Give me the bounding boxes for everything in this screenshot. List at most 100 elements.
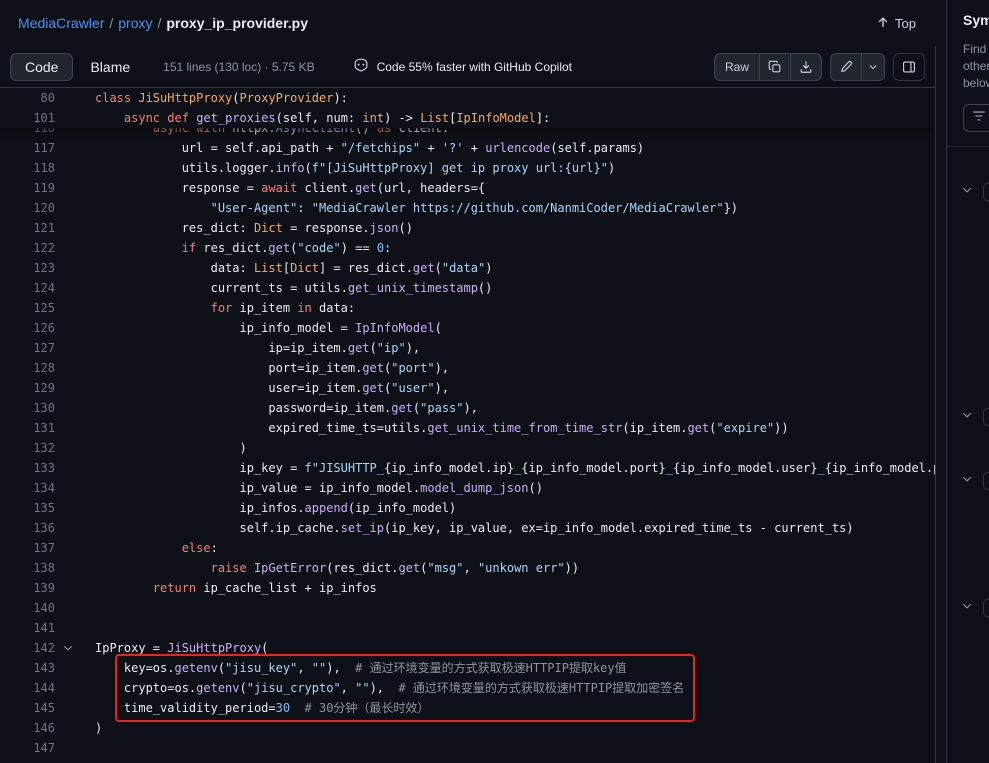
code-line-143: 143 key=os.getenv("jisu_key", ""), # 通过环… <box>0 658 935 678</box>
chevron-down-icon[interactable] <box>961 599 973 617</box>
line-number[interactable]: 126 <box>0 318 55 338</box>
line-number[interactable]: 129 <box>0 378 55 398</box>
line-number[interactable]: 132 <box>0 438 55 458</box>
symbols-panel-description: Find definitions and references for func… <box>963 41 989 92</box>
line-number[interactable]: 121 <box>0 218 55 238</box>
main-column: MediaCrawler / proxy / proxy_ip_provider… <box>0 0 946 763</box>
code-line-124: 124 current_ts = utils.get_unix_timestam… <box>0 278 935 298</box>
code-text: return ip_cache_list + ip_infos <box>81 578 377 598</box>
fold-gutter <box>55 558 81 578</box>
code-container: Code Blame 151 lines (130 loc) · 5.75 KB… <box>0 46 936 763</box>
line-number[interactable]: 147 <box>0 738 55 758</box>
line-number[interactable]: 124 <box>0 278 55 298</box>
breadcrumb-repo-link[interactable]: MediaCrawler <box>18 15 104 31</box>
line-number[interactable]: 138 <box>0 558 55 578</box>
tab-blame[interactable]: Blame <box>75 53 145 81</box>
line-number[interactable]: 123 <box>0 258 55 278</box>
line-number[interactable]: 144 <box>0 678 55 698</box>
code-text: res_dict: Dict = response.json() <box>81 218 413 238</box>
chevron-down-icon <box>868 62 878 72</box>
code-text: password=ip_item.get("pass"), <box>81 398 478 418</box>
code-text: response = await client.get(url, headers… <box>81 178 485 198</box>
breadcrumb-folder-link[interactable]: proxy <box>118 15 152 31</box>
code-line-123: 123 data: List[Dict] = res_dict.get("dat… <box>0 258 935 278</box>
line-number[interactable]: 117 <box>0 138 55 158</box>
code-text: ip_info_model = IpInfoModel( <box>81 318 442 338</box>
symbol-row[interactable] <box>961 596 989 620</box>
code-text: for ip_item in data: <box>81 298 355 318</box>
line-number[interactable]: 125 <box>0 298 55 318</box>
raw-button[interactable]: Raw <box>714 53 760 81</box>
edit-button[interactable] <box>830 53 862 81</box>
line-number[interactable]: 135 <box>0 498 55 518</box>
line-number[interactable]: 101 <box>0 108 55 128</box>
line-number[interactable]: 145 <box>0 698 55 718</box>
line-number[interactable]: 122 <box>0 238 55 258</box>
file-header: MediaCrawler / proxy / proxy_ip_provider… <box>0 0 946 46</box>
fold-gutter <box>55 658 81 678</box>
breadcrumb-separator: / <box>157 15 161 31</box>
code-text: current_ts = utils.get_unix_timestamp() <box>81 278 492 298</box>
fold-gutter <box>55 318 81 338</box>
line-number[interactable]: 141 <box>0 618 55 638</box>
raw-button-group: Raw <box>714 53 822 81</box>
line-number[interactable]: 137 <box>0 538 55 558</box>
line-number[interactable]: 116 <box>0 128 55 138</box>
line-number[interactable]: 131 <box>0 418 55 438</box>
line-number[interactable]: 140 <box>0 598 55 618</box>
line-number[interactable]: 127 <box>0 338 55 358</box>
symbols-panel-toggle-button[interactable] <box>893 53 925 81</box>
line-number[interactable]: 139 <box>0 578 55 598</box>
code-text: utils.logger.info(f"[JiSuHttpProxy] get … <box>81 158 615 178</box>
symbol-kind-badge <box>983 183 989 201</box>
line-number[interactable]: 136 <box>0 518 55 538</box>
fold-gutter <box>55 398 81 418</box>
code-text: url = self.api_path + "/fetchips" + '?' … <box>81 138 644 158</box>
fold-gutter <box>55 178 81 198</box>
code-line-134: 134 ip_value = ip_info_model.model_dump_… <box>0 478 935 498</box>
line-number[interactable]: 133 <box>0 458 55 478</box>
line-number[interactable]: 134 <box>0 478 55 498</box>
copy-icon <box>768 60 782 74</box>
edit-dropdown-button[interactable] <box>861 53 885 81</box>
symbol-row[interactable] <box>961 405 989 429</box>
line-number[interactable]: 146 <box>0 718 55 738</box>
edit-button-group <box>830 53 885 81</box>
code-line-119: 119 response = await client.get(url, hea… <box>0 178 935 198</box>
copy-button[interactable] <box>759 53 791 81</box>
code-line-128: 128 port=ip_item.get("port"), <box>0 358 935 378</box>
tab-code[interactable]: Code <box>10 53 73 81</box>
line-number[interactable]: 130 <box>0 398 55 418</box>
back-to-top-button[interactable]: Top <box>876 15 916 32</box>
code-line-144: 144 crypto=os.getenv("jisu_crypto", ""),… <box>0 678 935 698</box>
panel-divider <box>947 146 989 147</box>
code-text <box>81 618 95 638</box>
code-line-133: 133 ip_key = f"JISUHTTP_{ip_info_model.i… <box>0 458 935 478</box>
breadcrumb: MediaCrawler / proxy / proxy_ip_provider… <box>18 15 308 31</box>
chevron-down-icon[interactable] <box>961 472 973 490</box>
download-button[interactable] <box>790 53 822 81</box>
code-line-138: 138 raise IpGetError(res_dict.get("msg",… <box>0 558 935 578</box>
chevron-down-icon[interactable] <box>961 408 973 426</box>
fold-gutter <box>55 338 81 358</box>
symbol-row[interactable] <box>961 469 989 493</box>
line-number[interactable]: 119 <box>0 178 55 198</box>
symbol-row[interactable] <box>961 180 989 204</box>
line-number[interactable]: 142 <box>0 638 55 658</box>
symbol-kind-badge <box>983 472 989 490</box>
line-number[interactable]: 118 <box>0 158 55 178</box>
fold-gutter <box>55 358 81 378</box>
fold-gutter <box>55 438 81 458</box>
code-line-126: 126 ip_info_model = IpInfoModel( <box>0 318 935 338</box>
fold-gutter <box>55 238 81 258</box>
chevron-down-icon[interactable] <box>961 183 973 201</box>
line-number[interactable]: 120 <box>0 198 55 218</box>
code-line-146: 146) <box>0 718 935 738</box>
code-line-121: 121 res_dict: Dict = response.json() <box>0 218 935 238</box>
line-number[interactable]: 143 <box>0 658 55 678</box>
line-number[interactable]: 80 <box>0 88 55 108</box>
code-line-129: 129 user=ip_item.get("user"), <box>0 378 935 398</box>
fold-toggle-icon[interactable] <box>55 638 81 658</box>
line-number[interactable]: 128 <box>0 358 55 378</box>
code-line-132: 132 ) <box>0 438 935 458</box>
